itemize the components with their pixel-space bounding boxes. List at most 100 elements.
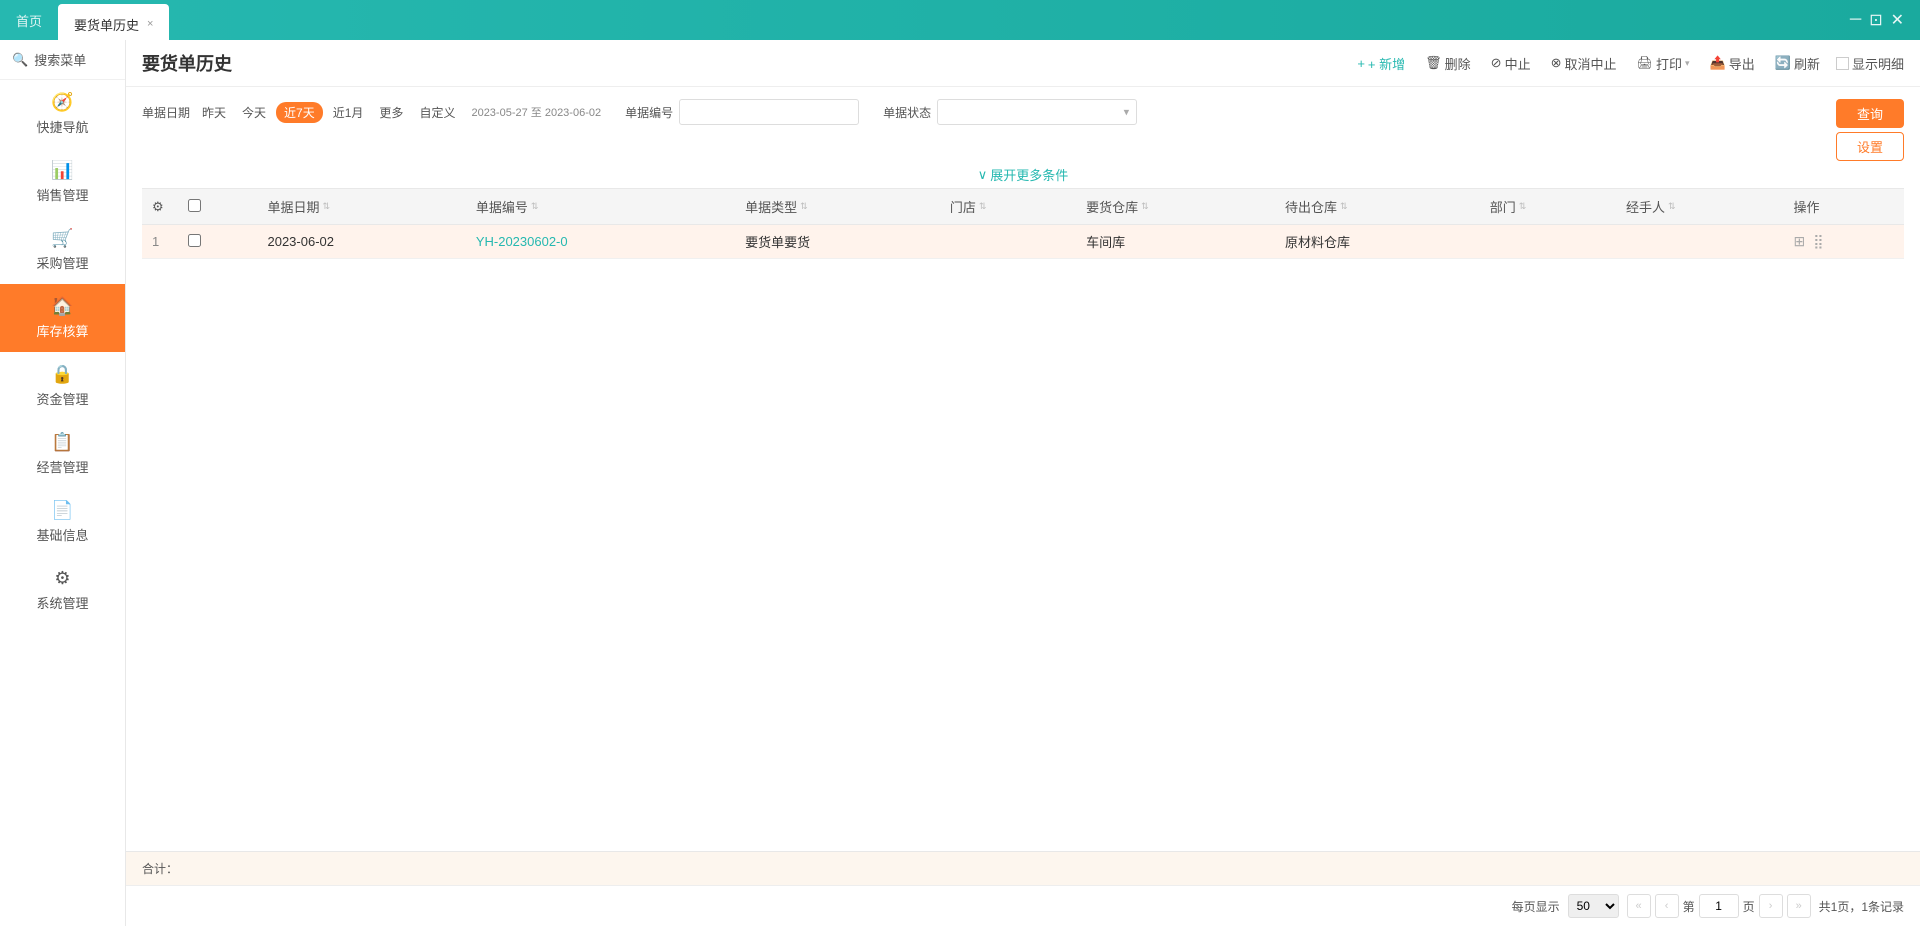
edit-icon[interactable]: ⊞ (1794, 233, 1806, 250)
sidebar-item-system[interactable]: ⚙ 系统管理 (0, 556, 125, 624)
prev-page-btn[interactable]: ‹ (1655, 894, 1679, 918)
refresh-icon: 🔄 (1775, 55, 1791, 71)
td-req-warehouse: 车间库 (1076, 225, 1275, 259)
th-type[interactable]: 单据类型 ⇅ (735, 189, 940, 225)
delete-icon: 🗑 (1425, 55, 1442, 71)
inventory-icon: 🏠 (51, 296, 73, 317)
sidebar-item-basic-info[interactable]: 📄 基础信息 (0, 488, 125, 556)
print-icon: 🖨 (1637, 55, 1654, 71)
stop-icon: ⊘ (1491, 55, 1502, 71)
sort-icon-pending-warehouse: ⇅ (1340, 201, 1348, 212)
filter-area: 单据日期 昨天 今天 近7天 近1月 更多 自定义 2023-05-27 至 2… (126, 87, 1920, 188)
tab-yaohuodan[interactable]: 要货单历史 × (58, 4, 169, 44)
query-button[interactable]: 查询 (1836, 99, 1904, 128)
tab-bar: 首页 要货单历史 × (0, 0, 1850, 40)
operations-icon: 📋 (51, 432, 73, 453)
th-gear: ⚙ (142, 189, 178, 225)
toolbar: + + 新增 🗑 删除 ⊘ 中止 ⊗ 取消中止 🖨 打印 (1353, 52, 1904, 75)
print-dropdown-icon: ▾ (1685, 58, 1690, 69)
print-button[interactable]: 🖨 打印 ▾ (1633, 52, 1694, 75)
sort-icon-date: ⇅ (323, 201, 331, 212)
more-icon[interactable]: ⣿ (1813, 233, 1823, 250)
stop-button[interactable]: ⊘ 中止 (1487, 52, 1535, 75)
th-date[interactable]: 单据日期 ⇅ (257, 189, 465, 225)
purchase-icon: 🛒 (51, 228, 73, 249)
window-actions: ─ ⊡ ✕ (1850, 10, 1920, 30)
select-all-checkbox[interactable] (188, 199, 201, 212)
sidebar-item-label: 经营管理 (36, 457, 88, 476)
tab-home[interactable]: 首页 (0, 0, 58, 40)
date-btn-custom[interactable]: 自定义 (413, 102, 461, 123)
sidebar-item-quick-nav[interactable]: 🧭 快捷导航 (0, 80, 125, 148)
td-store (940, 225, 1076, 259)
date-btn-yesterday[interactable]: 昨天 (196, 102, 232, 123)
table-body: 1 2023-06-02 YH-20230602-0 要货单要货 (142, 225, 1904, 259)
cancel-stop-button[interactable]: ⊗ 取消中止 (1547, 52, 1621, 75)
first-page-btn[interactable]: « (1627, 894, 1651, 918)
window-close[interactable]: ✕ (1891, 10, 1904, 30)
sidebar-item-sales[interactable]: 📊 销售管理 (0, 148, 125, 216)
page-word: 第 (1683, 898, 1695, 915)
display-detail-toggle[interactable]: 显示明细 (1836, 54, 1904, 73)
order-link[interactable]: YH-20230602-0 (476, 234, 568, 249)
th-orderno[interactable]: 单据编号 ⇅ (466, 189, 735, 225)
date-btn-1month[interactable]: 近1月 (327, 102, 370, 123)
gear-icon[interactable]: ⚙ (152, 199, 164, 214)
status-select-wrap (937, 99, 1137, 125)
sort-icon-req-warehouse: ⇅ (1141, 201, 1149, 212)
row-checkbox[interactable] (188, 234, 201, 247)
status-select[interactable] (937, 99, 1137, 125)
data-table: ⚙ 单据日期 ⇅ 单据编号 (142, 188, 1904, 259)
sidebar-item-label: 系统管理 (36, 593, 88, 612)
date-btn-today[interactable]: 今天 (236, 102, 272, 123)
page-size-select[interactable]: 20 50 100 200 (1568, 894, 1619, 918)
page-nav: « ‹ 第 页 › » (1627, 894, 1811, 918)
window-minimize[interactable]: ─ (1850, 11, 1861, 29)
date-btn-more[interactable]: 更多 (373, 102, 409, 123)
window-maximize[interactable]: ⊡ (1869, 10, 1882, 30)
sidebar-item-inventory[interactable]: 🏠 库存核算 (0, 284, 125, 352)
sidebar-item-label: 资金管理 (36, 389, 88, 408)
filter-group-date: 单据日期 昨天 今天 近7天 近1月 更多 自定义 2023-05-27 至 2… (142, 102, 601, 123)
display-detail-checkbox[interactable] (1836, 57, 1849, 70)
page-input[interactable] (1699, 894, 1739, 918)
quick-nav-icon: 🧭 (51, 92, 73, 113)
total-info: 共1页，1条记录 (1819, 898, 1904, 915)
th-checkbox (178, 189, 257, 225)
td-orderno: YH-20230602-0 (466, 225, 735, 259)
orderno-label: 单据编号 (625, 104, 673, 121)
th-store[interactable]: 门店 ⇅ (940, 189, 1076, 225)
orderno-input[interactable] (679, 99, 859, 125)
sidebar-item-operations[interactable]: 📋 经营管理 (0, 420, 125, 488)
settings-button[interactable]: 设置 (1836, 132, 1904, 161)
td-date: 2023-06-02 (257, 225, 465, 259)
finance-icon: 🔒 (51, 364, 73, 385)
td-type: 要货单要货 (735, 225, 940, 259)
export-icon: 📤 (1710, 55, 1726, 71)
content-area: 要货单历史 + + 新增 🗑 删除 ⊘ 中止 ⊗ 取消中止 (126, 40, 1920, 926)
th-handler[interactable]: 经手人 ⇅ (1616, 189, 1784, 225)
th-req-warehouse[interactable]: 要货仓库 ⇅ (1076, 189, 1275, 225)
footer-summary: 合计： (126, 851, 1920, 885)
th-dept[interactable]: 部门 ⇅ (1480, 189, 1616, 225)
last-page-btn[interactable]: » (1787, 894, 1811, 918)
filter-group-orderno: 单据编号 (625, 99, 859, 125)
sidebar-item-finance[interactable]: 🔒 资金管理 (0, 352, 125, 420)
delete-button[interactable]: 🗑 删除 (1421, 52, 1475, 75)
date-label: 单据日期 (142, 104, 190, 121)
sort-icon-orderno: ⇅ (531, 201, 539, 212)
tab-yaohuodan-close[interactable]: × (147, 18, 153, 30)
sidebar-search[interactable]: 🔍 搜索菜单 (0, 40, 125, 80)
sidebar-item-label: 采购管理 (36, 253, 88, 272)
add-button[interactable]: + + 新增 (1353, 52, 1409, 75)
sidebar-item-label: 库存核算 (36, 321, 88, 340)
sidebar-item-purchase[interactable]: 🛒 采购管理 (0, 216, 125, 284)
expand-more-btn[interactable]: ∨ 展开更多条件 (142, 161, 1904, 188)
refresh-button[interactable]: 🔄 刷新 (1771, 52, 1824, 75)
td-handler (1616, 225, 1784, 259)
export-button[interactable]: 📤 导出 (1706, 52, 1759, 75)
next-page-btn[interactable]: › (1759, 894, 1783, 918)
date-btn-7days[interactable]: 近7天 (276, 102, 323, 123)
th-pending-warehouse[interactable]: 待出仓库 ⇅ (1275, 189, 1480, 225)
td-dept (1480, 225, 1616, 259)
